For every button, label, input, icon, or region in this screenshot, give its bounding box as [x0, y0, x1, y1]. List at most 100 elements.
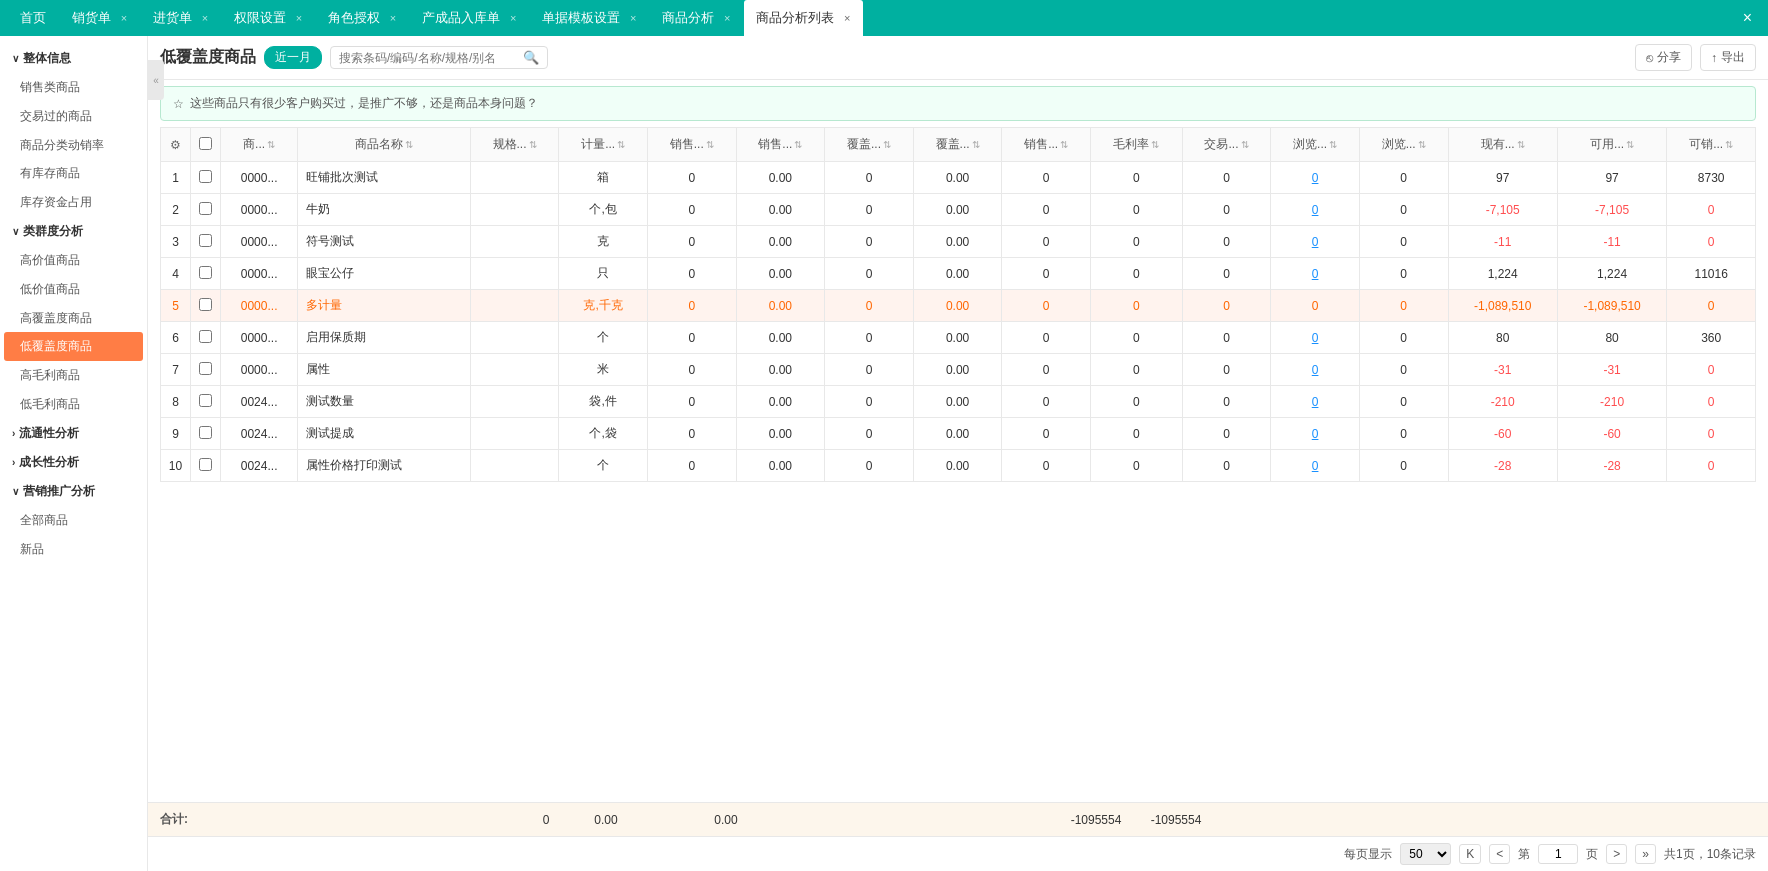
nav-close-all-btn[interactable]: ×	[1735, 5, 1760, 31]
next-page-btn[interactable]: >	[1606, 844, 1627, 864]
row-checkbox[interactable]	[191, 194, 221, 226]
nav-close-analysis[interactable]: ×	[724, 12, 730, 24]
sidebar-group-marketing[interactable]: ∨ 营销推广分析	[0, 477, 147, 506]
row-browse1[interactable]: 0	[1271, 322, 1360, 354]
page-number-input[interactable]	[1538, 844, 1578, 864]
sidebar-item-category-turnover[interactable]: 商品分类动销率	[0, 131, 147, 160]
nav-close-roles[interactable]: ×	[390, 12, 396, 24]
nav-item-roles[interactable]: 角色授权 ×	[316, 0, 408, 36]
page-size-select[interactable]: 50 20 100	[1400, 843, 1451, 865]
th-cover2[interactable]: 覆盖...⇅	[913, 128, 1002, 162]
sidebar-group-cluster[interactable]: ∨ 类群度分析	[0, 217, 147, 246]
last-page-btn[interactable]: »	[1635, 844, 1656, 864]
nav-close-purchase[interactable]: ×	[202, 12, 208, 24]
nav-item-template[interactable]: 单据模板设置 ×	[530, 0, 648, 36]
th-stock-sale[interactable]: 可销...⇅	[1667, 128, 1756, 162]
row-browse1[interactable]: 0	[1271, 258, 1360, 290]
row-checkbox[interactable]	[191, 226, 221, 258]
row-name[interactable]: 旺铺批次测试	[298, 162, 471, 194]
row-browse1[interactable]: 0	[1271, 290, 1360, 322]
row-checkbox[interactable]	[191, 386, 221, 418]
row-name[interactable]: 多计量	[298, 290, 471, 322]
nav-close-sales[interactable]: ×	[121, 12, 127, 24]
sidebar-item-low-value[interactable]: 低价值商品	[0, 275, 147, 304]
sidebar-item-high-coverage[interactable]: 高覆盖度商品	[0, 304, 147, 333]
nav-item-analysis-list[interactable]: 商品分析列表 ×	[744, 0, 862, 36]
th-code[interactable]: 商...⇅	[221, 128, 298, 162]
th-name[interactable]: 商品名称⇅	[298, 128, 471, 162]
row-browse1[interactable]: 0	[1271, 226, 1360, 258]
row-browse1[interactable]: 0	[1271, 194, 1360, 226]
row-checkbox[interactable]	[191, 290, 221, 322]
row-name[interactable]: 牛奶	[298, 194, 471, 226]
sidebar-group-overall[interactable]: ∨ 整体信息	[0, 44, 147, 73]
th-spec[interactable]: 规格...⇅	[470, 128, 559, 162]
nav-item-analysis[interactable]: 商品分析 ×	[650, 0, 742, 36]
row-checkbox[interactable]	[191, 354, 221, 386]
row-margin: 0	[1091, 194, 1183, 226]
th-trade[interactable]: 交易...⇅	[1182, 128, 1271, 162]
th-cover1[interactable]: 覆盖...⇅	[825, 128, 914, 162]
nav-item-permissions[interactable]: 权限设置 ×	[222, 0, 314, 36]
th-stock-avail[interactable]: 可用...⇅	[1557, 128, 1666, 162]
th-settings[interactable]: ⚙	[161, 128, 191, 162]
sidebar-item-low-margin[interactable]: 低毛利商品	[0, 390, 147, 419]
sidebar-item-capital-occupation[interactable]: 库存资金占用	[0, 188, 147, 217]
sidebar-item-new-goods[interactable]: 新品	[0, 535, 147, 564]
sidebar-item-in-stock-goods[interactable]: 有库存商品	[0, 159, 147, 188]
row-browse1[interactable]: 0	[1271, 386, 1360, 418]
row-name[interactable]: 符号测试	[298, 226, 471, 258]
th-sale-qty[interactable]: 销售...⇅	[647, 128, 736, 162]
sidebar-item-traded-goods[interactable]: 交易过的商品	[0, 102, 147, 131]
sidebar-item-low-coverage[interactable]: 低覆盖度商品	[4, 332, 143, 361]
nav-item-purchase[interactable]: 进货单 ×	[141, 0, 220, 36]
nav-close-template[interactable]: ×	[630, 12, 636, 24]
nav-close-finished-goods[interactable]: ×	[510, 12, 516, 24]
row-name[interactable]: 测试数量	[298, 386, 471, 418]
th-checkbox[interactable]	[191, 128, 221, 162]
row-checkbox[interactable]	[191, 258, 221, 290]
th-margin[interactable]: 毛利率⇅	[1091, 128, 1183, 162]
share-btn[interactable]: ⎋ 分享	[1635, 44, 1692, 71]
row-name[interactable]: 眼宝公仔	[298, 258, 471, 290]
th-browse2[interactable]: 浏览...⇅	[1359, 128, 1448, 162]
sidebar-toggle-btn[interactable]: «	[148, 60, 164, 100]
row-checkbox[interactable]	[191, 418, 221, 450]
nav-item-finished-goods[interactable]: 产成品入库单 ×	[410, 0, 528, 36]
nav-close-analysis-list[interactable]: ×	[844, 12, 850, 24]
row-stock-avail: -210	[1557, 386, 1666, 418]
select-all-checkbox[interactable]	[199, 137, 212, 150]
search-input[interactable]	[339, 51, 519, 65]
sidebar-group-growth[interactable]: › 成长性分析	[0, 448, 147, 477]
row-name[interactable]: 测试提成	[298, 418, 471, 450]
th-stock-cur[interactable]: 现有...⇅	[1448, 128, 1557, 162]
row-checkbox[interactable]	[191, 162, 221, 194]
sidebar-item-all-goods[interactable]: 全部商品	[0, 506, 147, 535]
sidebar-item-high-margin[interactable]: 高毛利商品	[0, 361, 147, 390]
th-sale-amt[interactable]: 销售...⇅	[736, 128, 825, 162]
sidebar-group-circulation[interactable]: › 流通性分析	[0, 419, 147, 448]
row-name[interactable]: 属性	[298, 354, 471, 386]
th-unit[interactable]: 计量...⇅	[559, 128, 648, 162]
th-browse1[interactable]: 浏览...⇅	[1271, 128, 1360, 162]
content-header: 低覆盖度商品 近一月 🔍 ⎋ 分享 ↑ 导出	[148, 36, 1768, 80]
nav-item-home[interactable]: 首页	[8, 0, 58, 36]
row-browse1[interactable]: 0	[1271, 162, 1360, 194]
row-checkbox[interactable]	[191, 450, 221, 482]
row-name[interactable]: 属性价格打印测试	[298, 450, 471, 482]
th-sale3[interactable]: 销售...⇅	[1002, 128, 1091, 162]
sidebar-item-high-value[interactable]: 高价值商品	[0, 246, 147, 275]
sidebar-item-sales-goods[interactable]: 销售类商品	[0, 73, 147, 102]
row-checkbox[interactable]	[191, 322, 221, 354]
row-name[interactable]: 启用保质期	[298, 322, 471, 354]
nav-item-sales[interactable]: 销货单 ×	[60, 0, 139, 36]
prev-page-btn[interactable]: <	[1489, 844, 1510, 864]
row-browse1[interactable]: 0	[1271, 418, 1360, 450]
first-page-btn[interactable]: K	[1459, 844, 1481, 864]
filter-recent-month-btn[interactable]: 近一月	[264, 46, 322, 69]
nav-close-permissions[interactable]: ×	[296, 12, 302, 24]
row-browse1[interactable]: 0	[1271, 354, 1360, 386]
settings-icon[interactable]: ⚙	[170, 138, 181, 152]
export-btn[interactable]: ↑ 导出	[1700, 44, 1756, 71]
row-browse1[interactable]: 0	[1271, 450, 1360, 482]
